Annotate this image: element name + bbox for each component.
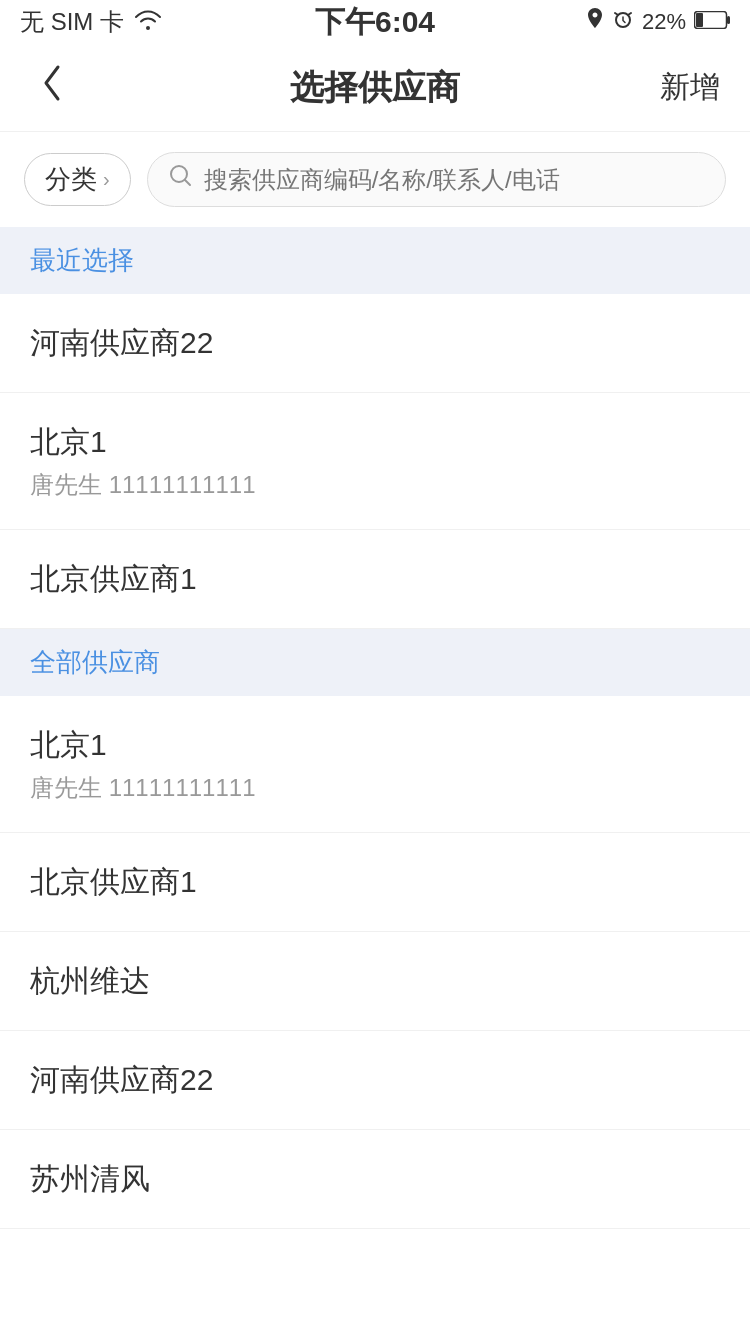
recent-list-item[interactable]: 河南供应商22 <box>0 294 750 393</box>
status-right: 22% <box>586 8 730 36</box>
filter-bar: 分类 › <box>0 132 750 227</box>
item-sub: 唐先生 11111111111 <box>30 469 720 501</box>
item-name: 河南供应商22 <box>30 322 720 364</box>
chevron-right-icon: › <box>103 168 110 191</box>
status-left: 无 SIM 卡 <box>20 6 162 38</box>
all-section-header: 全部供应商 <box>0 629 750 696</box>
all-list-item[interactable]: 北京供应商1 <box>0 833 750 932</box>
page-title: 选择供应商 <box>290 65 460 111</box>
status-time: 下午6:04 <box>315 2 435 43</box>
svg-rect-3 <box>696 13 703 27</box>
wifi-icon <box>134 8 162 36</box>
search-input[interactable] <box>204 166 705 194</box>
recent-list: 河南供应商22 北京1 唐先生 11111111111 北京供应商1 <box>0 294 750 629</box>
all-list: 北京1 唐先生 11111111111 北京供应商1 杭州维达河南供应商22 苏州清风 <box>0 696 750 1229</box>
all-list-item[interactable]: 杭州维达 <box>0 932 750 1031</box>
svg-rect-2 <box>727 16 730 24</box>
category-label: 分类 <box>45 162 97 197</box>
item-name: 杭州维达 <box>30 960 720 1002</box>
item-name: 北京1 <box>30 421 720 463</box>
alarm-icon <box>612 8 634 36</box>
carrier-label: 无 SIM 卡 <box>20 6 124 38</box>
recent-list-item[interactable]: 北京1 唐先生 11111111111 <box>0 393 750 530</box>
item-name: 河南供应商22 <box>30 1059 720 1101</box>
item-name: 北京1 <box>30 724 720 766</box>
battery-icon <box>694 9 730 35</box>
recent-section-header: 最近选择 <box>0 227 750 294</box>
category-button[interactable]: 分类 › <box>24 153 131 206</box>
item-sub: 唐先生 11111111111 <box>30 772 720 804</box>
back-button[interactable] <box>30 53 74 122</box>
recent-list-item[interactable]: 北京供应商1 <box>0 530 750 629</box>
add-button[interactable]: 新增 <box>660 67 720 108</box>
status-bar: 无 SIM 卡 下午6:04 22% <box>0 0 750 44</box>
nav-bar: 选择供应商 新增 <box>0 44 750 132</box>
search-box[interactable] <box>147 152 726 207</box>
all-list-item[interactable]: 北京1 唐先生 11111111111 <box>0 696 750 833</box>
item-name: 苏州清风 <box>30 1158 720 1200</box>
location-icon <box>586 8 604 36</box>
all-list-item[interactable]: 河南供应商22 <box>0 1031 750 1130</box>
search-icon <box>168 163 194 196</box>
battery-label: 22% <box>642 9 686 35</box>
all-list-item[interactable]: 苏州清风 <box>0 1130 750 1229</box>
item-name: 北京供应商1 <box>30 558 720 600</box>
item-name: 北京供应商1 <box>30 861 720 903</box>
